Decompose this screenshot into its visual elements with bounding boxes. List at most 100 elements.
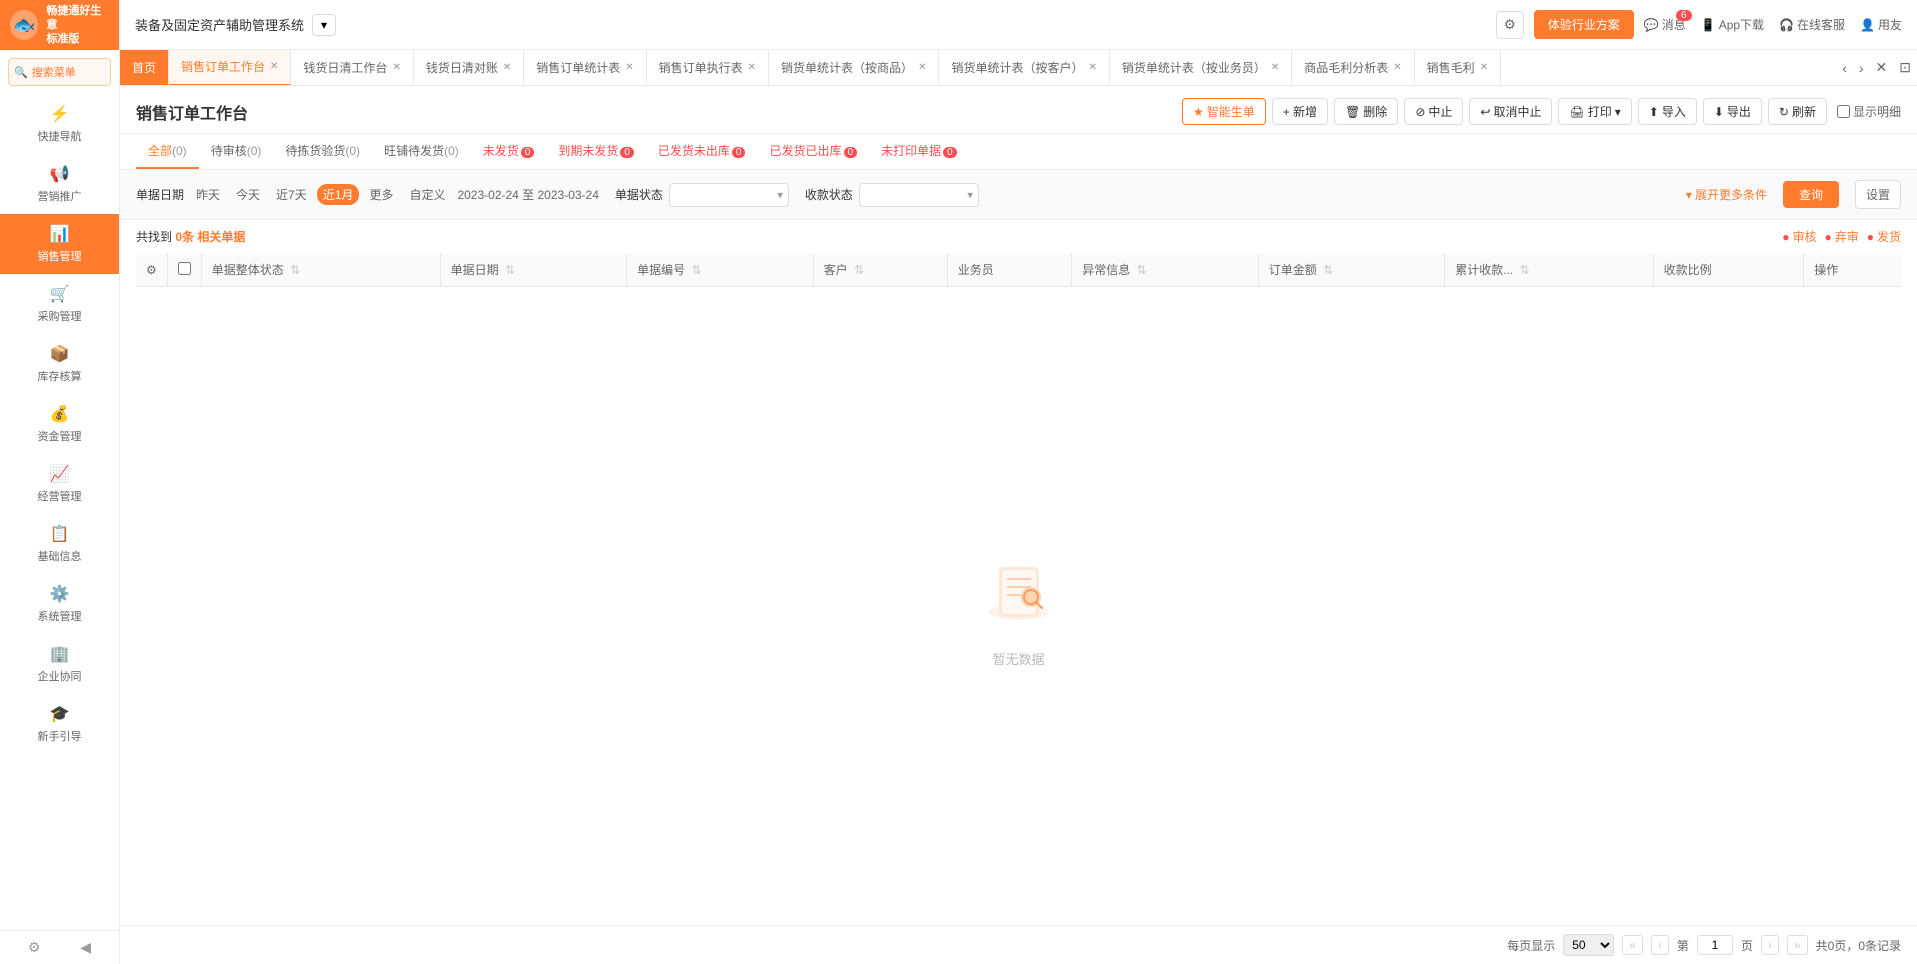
solution-button[interactable]: 体验行业方案 <box>1534 10 1634 39</box>
sidebar-item-purchase[interactable]: 🛒 采购管理 <box>0 274 119 334</box>
payment-select[interactable] <box>859 183 979 207</box>
new-button[interactable]: + 新增 <box>1272 98 1328 125</box>
query-button[interactable]: 查询 <box>1783 181 1839 208</box>
date-yesterday[interactable]: 昨天 <box>190 184 226 205</box>
sidebar-item-finance[interactable]: 💰 资金管理 <box>0 394 119 454</box>
sidebar-settings-button[interactable]: ⚙ <box>28 939 41 956</box>
export-button[interactable]: ⬇ 导出 <box>1703 98 1762 125</box>
unreviewed-action-button[interactable]: ● 弃审 <box>1824 228 1858 245</box>
sort-date-icon[interactable]: ⇅ <box>505 263 515 277</box>
tab-close-sales-workbench[interactable]: ✕ <box>270 61 278 72</box>
sidebar-nav: ⚡ 快捷导航 📢 营销推广 📊 销售管理 🛒 采购管理 📦 库存核算 💰 资金管… <box>0 94 119 930</box>
sidebar-item-basic[interactable]: 📋 基础信息 <box>0 514 119 574</box>
sidebar-item-marketing[interactable]: 📢 营销推广 <box>0 154 119 214</box>
online-service-button[interactable]: 🎧 在线客服 <box>1779 16 1845 33</box>
import-button[interactable]: ⬆ 导入 <box>1638 98 1697 125</box>
sidebar-item-enterprise[interactable]: 🏢 企业协同 <box>0 634 119 694</box>
user-menu-button[interactable]: 👤 用友 <box>1860 16 1902 33</box>
purchase-icon: 🛒 <box>50 284 70 304</box>
sidebar-item-guide[interactable]: 🎓 新手引导 <box>0 694 119 754</box>
filter-tab-not-shipped[interactable]: 未发货0 <box>471 134 547 169</box>
tab-sales-stats-staff[interactable]: 销货单统计表（按业务员） ✕ <box>1110 50 1292 86</box>
status-select[interactable] <box>669 183 789 207</box>
sort-collected-icon[interactable]: ⇅ <box>1520 263 1530 277</box>
sort-status-icon[interactable]: ⇅ <box>290 263 300 277</box>
tab-sales-more[interactable]: 销售毛利 ✕ <box>1415 50 1501 86</box>
filter-tab-overdue[interactable]: 到期未发货0 <box>546 134 646 169</box>
tab-cash-daily[interactable]: 钱货日清工作台 ✕ <box>291 50 413 86</box>
filter-tab-all[interactable]: 全部(0) <box>136 134 199 169</box>
filter-tab-wangpu[interactable]: 旺铺待发货(0) <box>372 134 471 169</box>
cancel-abort-button[interactable]: ↩ 取消中止 <box>1469 98 1552 125</box>
tab-sales-stats[interactable]: 销售订单统计表 ✕ <box>524 50 646 86</box>
sort-exception-icon[interactable]: ⇅ <box>1137 263 1147 277</box>
tab-close-cash-daily[interactable]: ✕ <box>392 62 400 73</box>
refresh-button[interactable]: ↻ 刷新 <box>1768 98 1827 125</box>
filter-tab-not-printed[interactable]: 未打印单据0 <box>869 134 969 169</box>
date-today[interactable]: 今天 <box>230 184 266 205</box>
tab-sales-exec[interactable]: 销售订单执行表 ✕ <box>647 50 769 86</box>
tab-close-sales-more[interactable]: ✕ <box>1480 62 1488 73</box>
delete-button[interactable]: 🗑 删除 <box>1334 98 1398 125</box>
tab-close-sales-stats-product[interactable]: ✕ <box>918 62 926 73</box>
sidebar-item-inventory[interactable]: 📦 库存核算 <box>0 334 119 394</box>
tab-next-button[interactable]: › <box>1853 50 1870 86</box>
prev-page-button[interactable]: ‹ <box>1651 935 1669 955</box>
tab-expand-button[interactable]: ⊡ <box>1893 50 1917 86</box>
search-menu-button[interactable]: 🔍 搜索菜单 <box>8 58 111 86</box>
tab-cash-reconcile[interactable]: 钱货日清对账 ✕ <box>414 50 524 86</box>
tab-sales-stats-customer[interactable]: 销货单统计表（按客户） ✕ <box>939 50 1109 86</box>
sidebar-collapse-button[interactable]: ◀ <box>80 939 91 956</box>
tab-close-sales-stats-staff[interactable]: ✕ <box>1271 62 1279 73</box>
search-settings-button[interactable]: 设置 <box>1855 180 1901 209</box>
tab-gross-profit[interactable]: 商品毛利分析表 ✕ <box>1292 50 1414 86</box>
filter-tab-pending-inspect[interactable]: 待拣货验货(0) <box>273 134 372 169</box>
review-action-button[interactable]: ● 审核 <box>1782 228 1816 245</box>
page-number-input[interactable] <box>1697 935 1733 955</box>
last-page-button[interactable]: » <box>1787 935 1808 955</box>
date-1month[interactable]: 近1月 <box>317 184 360 205</box>
tab-close-gross-profit[interactable]: ✕ <box>1393 62 1401 73</box>
per-page-select[interactable]: 10 20 50 100 <box>1563 934 1614 956</box>
col-checkbox[interactable] <box>167 253 201 287</box>
message-button[interactable]: 💬 消息 6 <box>1644 16 1686 33</box>
show-details-checkbox-label[interactable]: 显示明细 <box>1837 103 1901 120</box>
table-info: 共找到 0条 相关单据 ● 审核 ● 弃审 ● 发货 <box>136 228 1901 245</box>
tab-close-cash-reconcile[interactable]: ✕ <box>503 62 511 73</box>
sidebar-item-system[interactable]: ⚙️ 系统管理 <box>0 574 119 634</box>
show-details-checkbox[interactable] <box>1837 105 1850 118</box>
select-all-checkbox[interactable] <box>178 262 191 275</box>
date-7days[interactable]: 近7天 <box>270 184 313 205</box>
date-custom[interactable]: 自定义 <box>403 184 451 205</box>
tab-close-sales-stats-customer[interactable]: ✕ <box>1088 62 1096 73</box>
filter-tab-pending-review[interactable]: 待审核(0) <box>199 134 274 169</box>
smart-create-button[interactable]: ★ 智能生单 <box>1182 98 1266 125</box>
tab-prev-button[interactable]: ‹ <box>1836 50 1853 86</box>
tab-close-sales-exec[interactable]: ✕ <box>748 62 756 73</box>
sort-amount-icon[interactable]: ⇅ <box>1323 263 1333 277</box>
tab-sales-stats-product[interactable]: 销货单统计表（按商品） ✕ <box>769 50 939 86</box>
topbar-settings-button[interactable]: ⚙ <box>1496 11 1524 39</box>
system-dropdown-button[interactable]: ▾ <box>312 14 336 36</box>
sidebar-item-operations[interactable]: 📈 经营管理 <box>0 454 119 514</box>
ship-action-button[interactable]: ● 发货 <box>1867 228 1901 245</box>
expand-conditions-button[interactable]: ▾ 展开更多条件 <box>1686 186 1767 203</box>
filter-tab-shipped-not-out[interactable]: 已发货未出库0 <box>646 134 758 169</box>
print-button[interactable]: 🖨 打印 ▾ <box>1558 98 1631 125</box>
app-download-button[interactable]: 📱 App下载 <box>1701 16 1764 33</box>
first-page-button[interactable]: « <box>1622 935 1643 955</box>
tab-close-all-button[interactable]: ✕ <box>1870 50 1894 86</box>
sort-number-icon[interactable]: ⇅ <box>692 263 702 277</box>
next-page-button[interactable]: › <box>1761 935 1779 955</box>
tab-sales-workbench[interactable]: 销售订单工作台 ✕ <box>169 50 291 86</box>
abort-button[interactable]: ⊘ 中止 <box>1404 98 1463 125</box>
tab-close-sales-stats[interactable]: ✕ <box>625 62 633 73</box>
filter-tab-shipped-out[interactable]: 已发货已出库0 <box>757 134 869 169</box>
logo-text: 畅捷通好生意 标准版 <box>46 4 109 47</box>
sidebar-item-sales[interactable]: 📊 销售管理 <box>0 214 119 274</box>
tab-home[interactable]: 首页 <box>120 50 169 86</box>
col-settings[interactable]: ⚙ <box>136 253 167 287</box>
date-more[interactable]: 更多 <box>363 184 399 205</box>
sidebar-item-quicknav[interactable]: ⚡ 快捷导航 <box>0 94 119 154</box>
sort-customer-icon[interactable]: ⇅ <box>854 263 864 277</box>
